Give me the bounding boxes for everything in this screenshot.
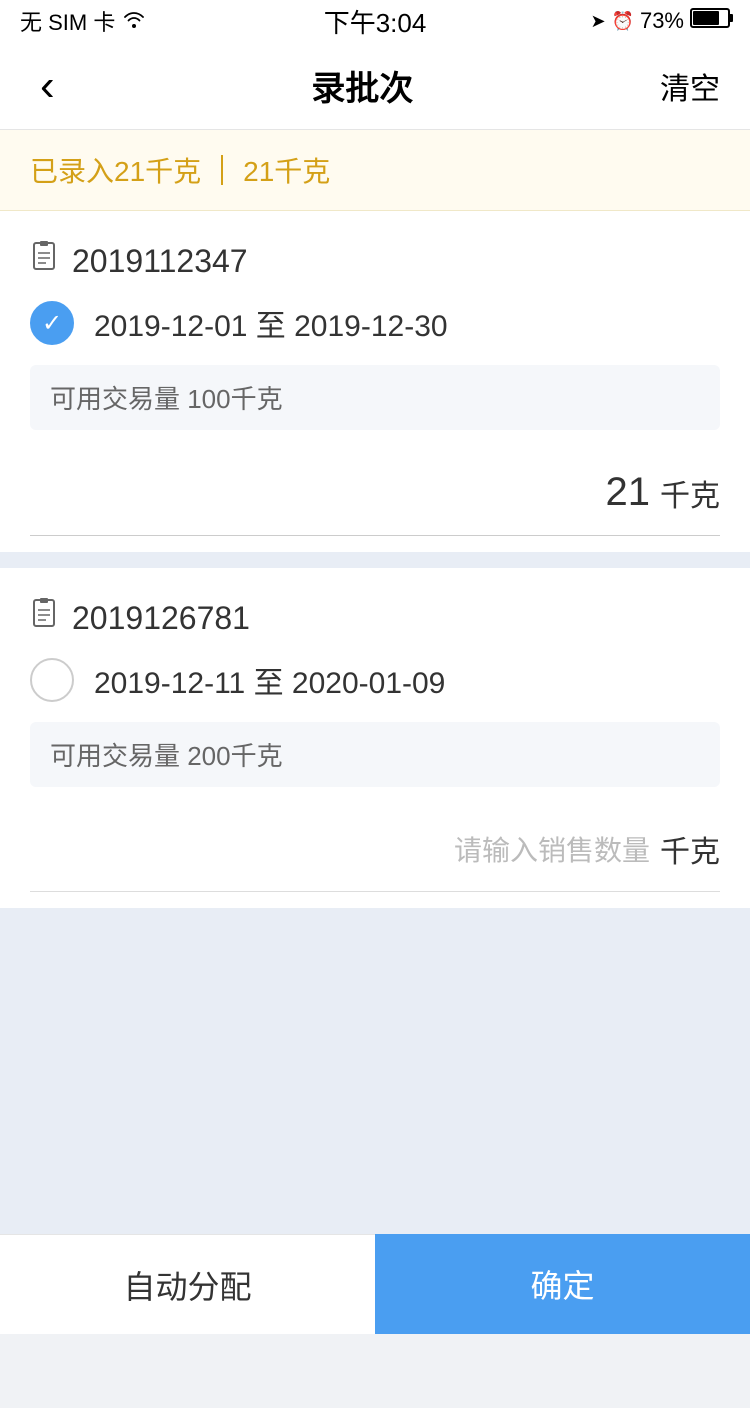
radio-checked-1[interactable]: ✓ (30, 301, 74, 345)
batch-id-1: 2019112347 (72, 243, 248, 280)
input-unit-2: 千克 (660, 827, 720, 871)
input-row-2: 请输入销售数量 千克 (0, 807, 750, 891)
batch-header-1: 2019112347 (0, 211, 750, 291)
available-tag-1: 可用交易量 100千克 (30, 365, 720, 430)
section-separator (0, 552, 750, 568)
status-time: 下午3:04 (324, 3, 427, 40)
confirm-button[interactable]: 确定 (375, 1234, 750, 1334)
input-placeholder-2: 请输入销售数量 (454, 829, 650, 869)
batch-header-2: 2019126781 (0, 568, 750, 648)
amount-row-1: 千克 (0, 450, 750, 535)
location-icon: ➤ (590, 11, 605, 32)
status-bar: 无 SIM 卡 下午3:04 ➤ ⏰ 73% (0, 0, 750, 42)
amount-input-1[interactable] (550, 470, 650, 515)
radio-unchecked-2[interactable] (30, 658, 74, 702)
auto-distribute-button[interactable]: 自动分配 (0, 1234, 375, 1334)
check-icon-1: ✓ (42, 309, 62, 338)
back-button[interactable]: ‹ (30, 51, 65, 121)
batch-icon-1 (30, 241, 62, 281)
status-left: 无 SIM 卡 (20, 5, 145, 37)
batch-date-2: 2019-12-11 至 2020-01-09 (94, 658, 445, 702)
bottom-bar: 自动分配 确定 (0, 1234, 750, 1334)
batch-card-2: 2019126781 2019-12-11 至 2020-01-09 可用交易量… (0, 568, 750, 908)
amount-unit-1: 千克 (660, 471, 720, 515)
carrier-label: 无 SIM 卡 (20, 5, 115, 37)
batch-date-1: 2019-12-01 至 2019-12-30 (94, 301, 448, 345)
summary-value: 21千克 (243, 150, 330, 190)
batch-icon-2 (30, 598, 62, 638)
batch-date-row-2[interactable]: 2019-12-11 至 2020-01-09 (0, 648, 750, 712)
nav-bar: ‹ 录批次 清空 (0, 42, 750, 130)
batch-id-2: 2019126781 (72, 600, 250, 637)
battery-icon (690, 8, 730, 34)
summary-label: 已录入21千克 (30, 150, 201, 190)
clear-button[interactable]: 清空 (660, 64, 720, 108)
wifi-icon (123, 8, 145, 34)
batch-card-1: 2019112347 ✓ 2019-12-01 至 2019-12-30 可用交… (0, 211, 750, 552)
summary-bar: 已录入21千克 21千克 (0, 130, 750, 211)
page-title: 录批次 (311, 61, 413, 110)
status-right: ➤ ⏰ 73% (590, 8, 730, 34)
available-tag-2: 可用交易量 200千克 (30, 722, 720, 787)
alarm-icon: ⏰ (612, 11, 634, 32)
batch-date-row-1[interactable]: ✓ 2019-12-01 至 2019-12-30 (0, 291, 750, 355)
battery-percent: 73% (640, 8, 684, 34)
summary-divider (221, 155, 223, 185)
